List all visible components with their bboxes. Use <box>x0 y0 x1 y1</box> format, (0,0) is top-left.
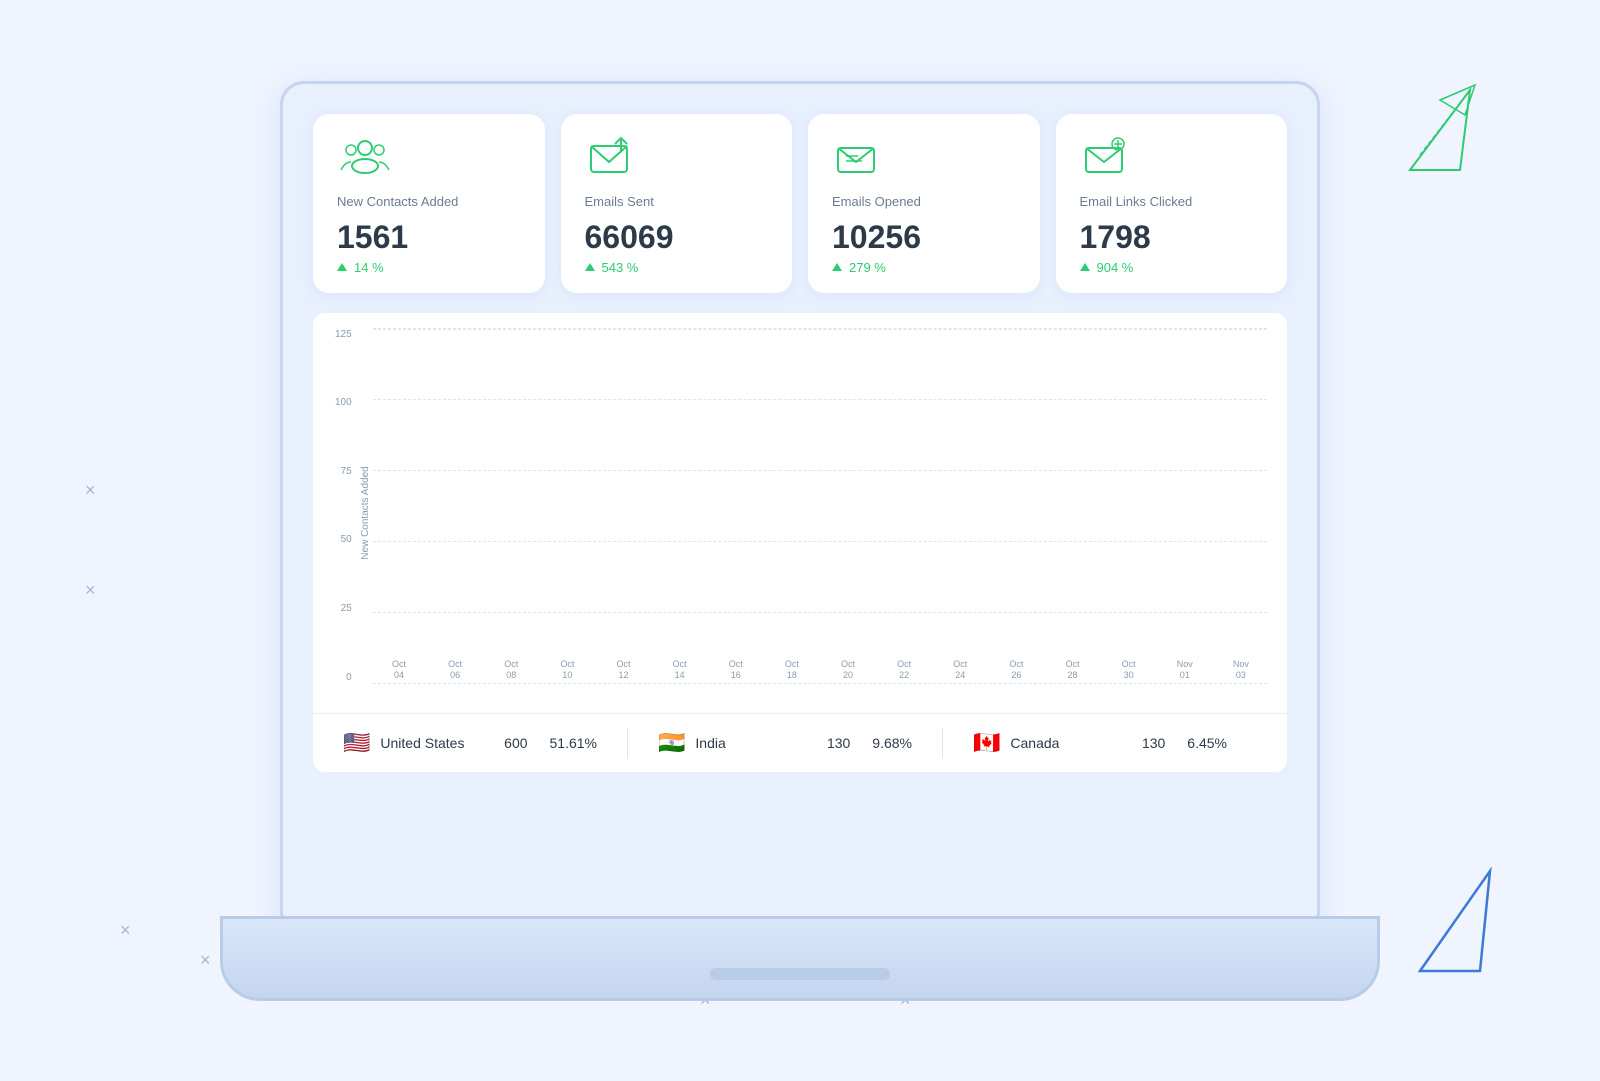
card-new-contacts: New Contacts Added 1561 14 % <box>313 114 545 293</box>
card-email-links-change: 904 % <box>1080 260 1264 275</box>
card-new-contacts-change: 14 % <box>337 260 521 275</box>
card-email-links: Email Links Clicked 1798 904 % <box>1056 114 1288 293</box>
x-label-7: Oct 18 <box>766 659 818 681</box>
card-emails-opened-change: 279 % <box>832 260 1016 275</box>
flag-2: 🇨🇦 <box>973 730 1000 756</box>
card-emails-sent-label: Emails Sent <box>585 193 769 211</box>
grid-line-0 <box>373 683 1267 684</box>
laptop-frame: New Contacts Added 1561 14 % Em <box>220 81 1380 1001</box>
card-emails-opened-value: 10256 <box>832 219 1016 256</box>
metric-cards-row: New Contacts Added 1561 14 % Em <box>313 114 1287 293</box>
country-name-2: Canada <box>1010 735 1059 751</box>
paper-plane-bottom-icon <box>1410 861 1500 981</box>
arrow-up-icon-3 <box>832 263 842 271</box>
country-name-0: United States <box>380 735 464 751</box>
country-pct-1: 9.68% <box>872 735 912 751</box>
contacts-icon <box>337 134 521 183</box>
laptop-base <box>220 916 1380 1001</box>
x-label-2: Oct 08 <box>485 659 537 681</box>
deco-x-1: × <box>85 480 96 501</box>
x-label-12: Oct 28 <box>1047 659 1099 681</box>
email-sent-icon <box>585 134 769 183</box>
country-pct-0: 51.61% <box>550 735 597 751</box>
country-divider-1 <box>627 728 628 758</box>
deco-x-2: × <box>85 580 96 601</box>
card-emails-opened-label: Emails Opened <box>832 193 1016 211</box>
x-label-4: Oct 12 <box>598 659 650 681</box>
card-emails-sent-value: 66069 <box>585 219 769 256</box>
x-label-14: Nov 01 <box>1159 659 1211 681</box>
arrow-up-icon-2 <box>585 263 595 271</box>
x-labels: Oct 04Oct 06Oct 08Oct 10Oct 12Oct 14Oct … <box>373 659 1267 681</box>
country-item-0: 🇺🇸 United States 600 51.61% <box>343 730 627 756</box>
flag-1: 🇮🇳 <box>658 730 685 756</box>
y-axis-labels: 125 100 75 50 25 0 <box>335 329 352 683</box>
card-emails-sent: Emails Sent 66069 543 % <box>561 114 793 293</box>
x-label-10: Oct 24 <box>934 659 986 681</box>
x-label-9: Oct 22 <box>878 659 930 681</box>
email-opened-icon <box>832 134 1016 183</box>
deco-x-3: × <box>120 920 131 941</box>
country-divider-2 <box>942 728 943 758</box>
x-label-0: Oct 04 <box>373 659 425 681</box>
chart-inner: 125 100 75 50 25 0 <box>373 329 1267 713</box>
x-label-5: Oct 14 <box>654 659 706 681</box>
laptop-screen: New Contacts Added 1561 14 % Em <box>280 81 1320 921</box>
card-new-contacts-label: New Contacts Added <box>337 193 521 211</box>
card-emails-sent-change: 543 % <box>585 260 769 275</box>
country-count-1: 130 <box>827 735 850 751</box>
flag-0: 🇺🇸 <box>343 730 370 756</box>
email-link-clicked-icon <box>1080 134 1264 183</box>
x-label-8: Oct 20 <box>822 659 874 681</box>
chart-grid-bars: Oct 04Oct 06Oct 08Oct 10Oct 12Oct 14Oct … <box>373 329 1267 683</box>
country-count-2: 130 <box>1142 735 1165 751</box>
card-email-links-label: Email Links Clicked <box>1080 193 1264 211</box>
card-email-links-value: 1798 <box>1080 219 1264 256</box>
country-item-1: 🇮🇳 India 130 9.68% <box>658 730 942 756</box>
x-label-15: Nov 03 <box>1215 659 1267 681</box>
country-pct-2: 6.45% <box>1187 735 1227 751</box>
footer-bar: 🇺🇸 United States 600 51.61% 🇮🇳 India 130… <box>313 713 1287 772</box>
card-emails-opened: Emails Opened 10256 279 % <box>808 114 1040 293</box>
paper-plane-top-icon <box>1400 80 1480 180</box>
card-new-contacts-value: 1561 <box>337 219 521 256</box>
country-item-2: 🇨🇦 Canada 130 6.45% <box>973 730 1257 756</box>
y-axis-label: New Contacts Added <box>360 466 371 559</box>
x-label-11: Oct 26 <box>990 659 1042 681</box>
arrow-up-icon <box>337 263 347 271</box>
chart-area: New Contacts Added 125 100 75 50 25 0 <box>313 313 1287 713</box>
arrow-up-icon-4 <box>1080 263 1090 271</box>
x-label-6: Oct 16 <box>710 659 762 681</box>
country-name-1: India <box>695 735 725 751</box>
deco-x-4: × <box>200 950 211 971</box>
x-label-1: Oct 06 <box>429 659 481 681</box>
bars-container <box>373 329 1267 683</box>
country-count-0: 600 <box>504 735 527 751</box>
x-label-3: Oct 10 <box>541 659 593 681</box>
x-label-13: Oct 30 <box>1103 659 1155 681</box>
